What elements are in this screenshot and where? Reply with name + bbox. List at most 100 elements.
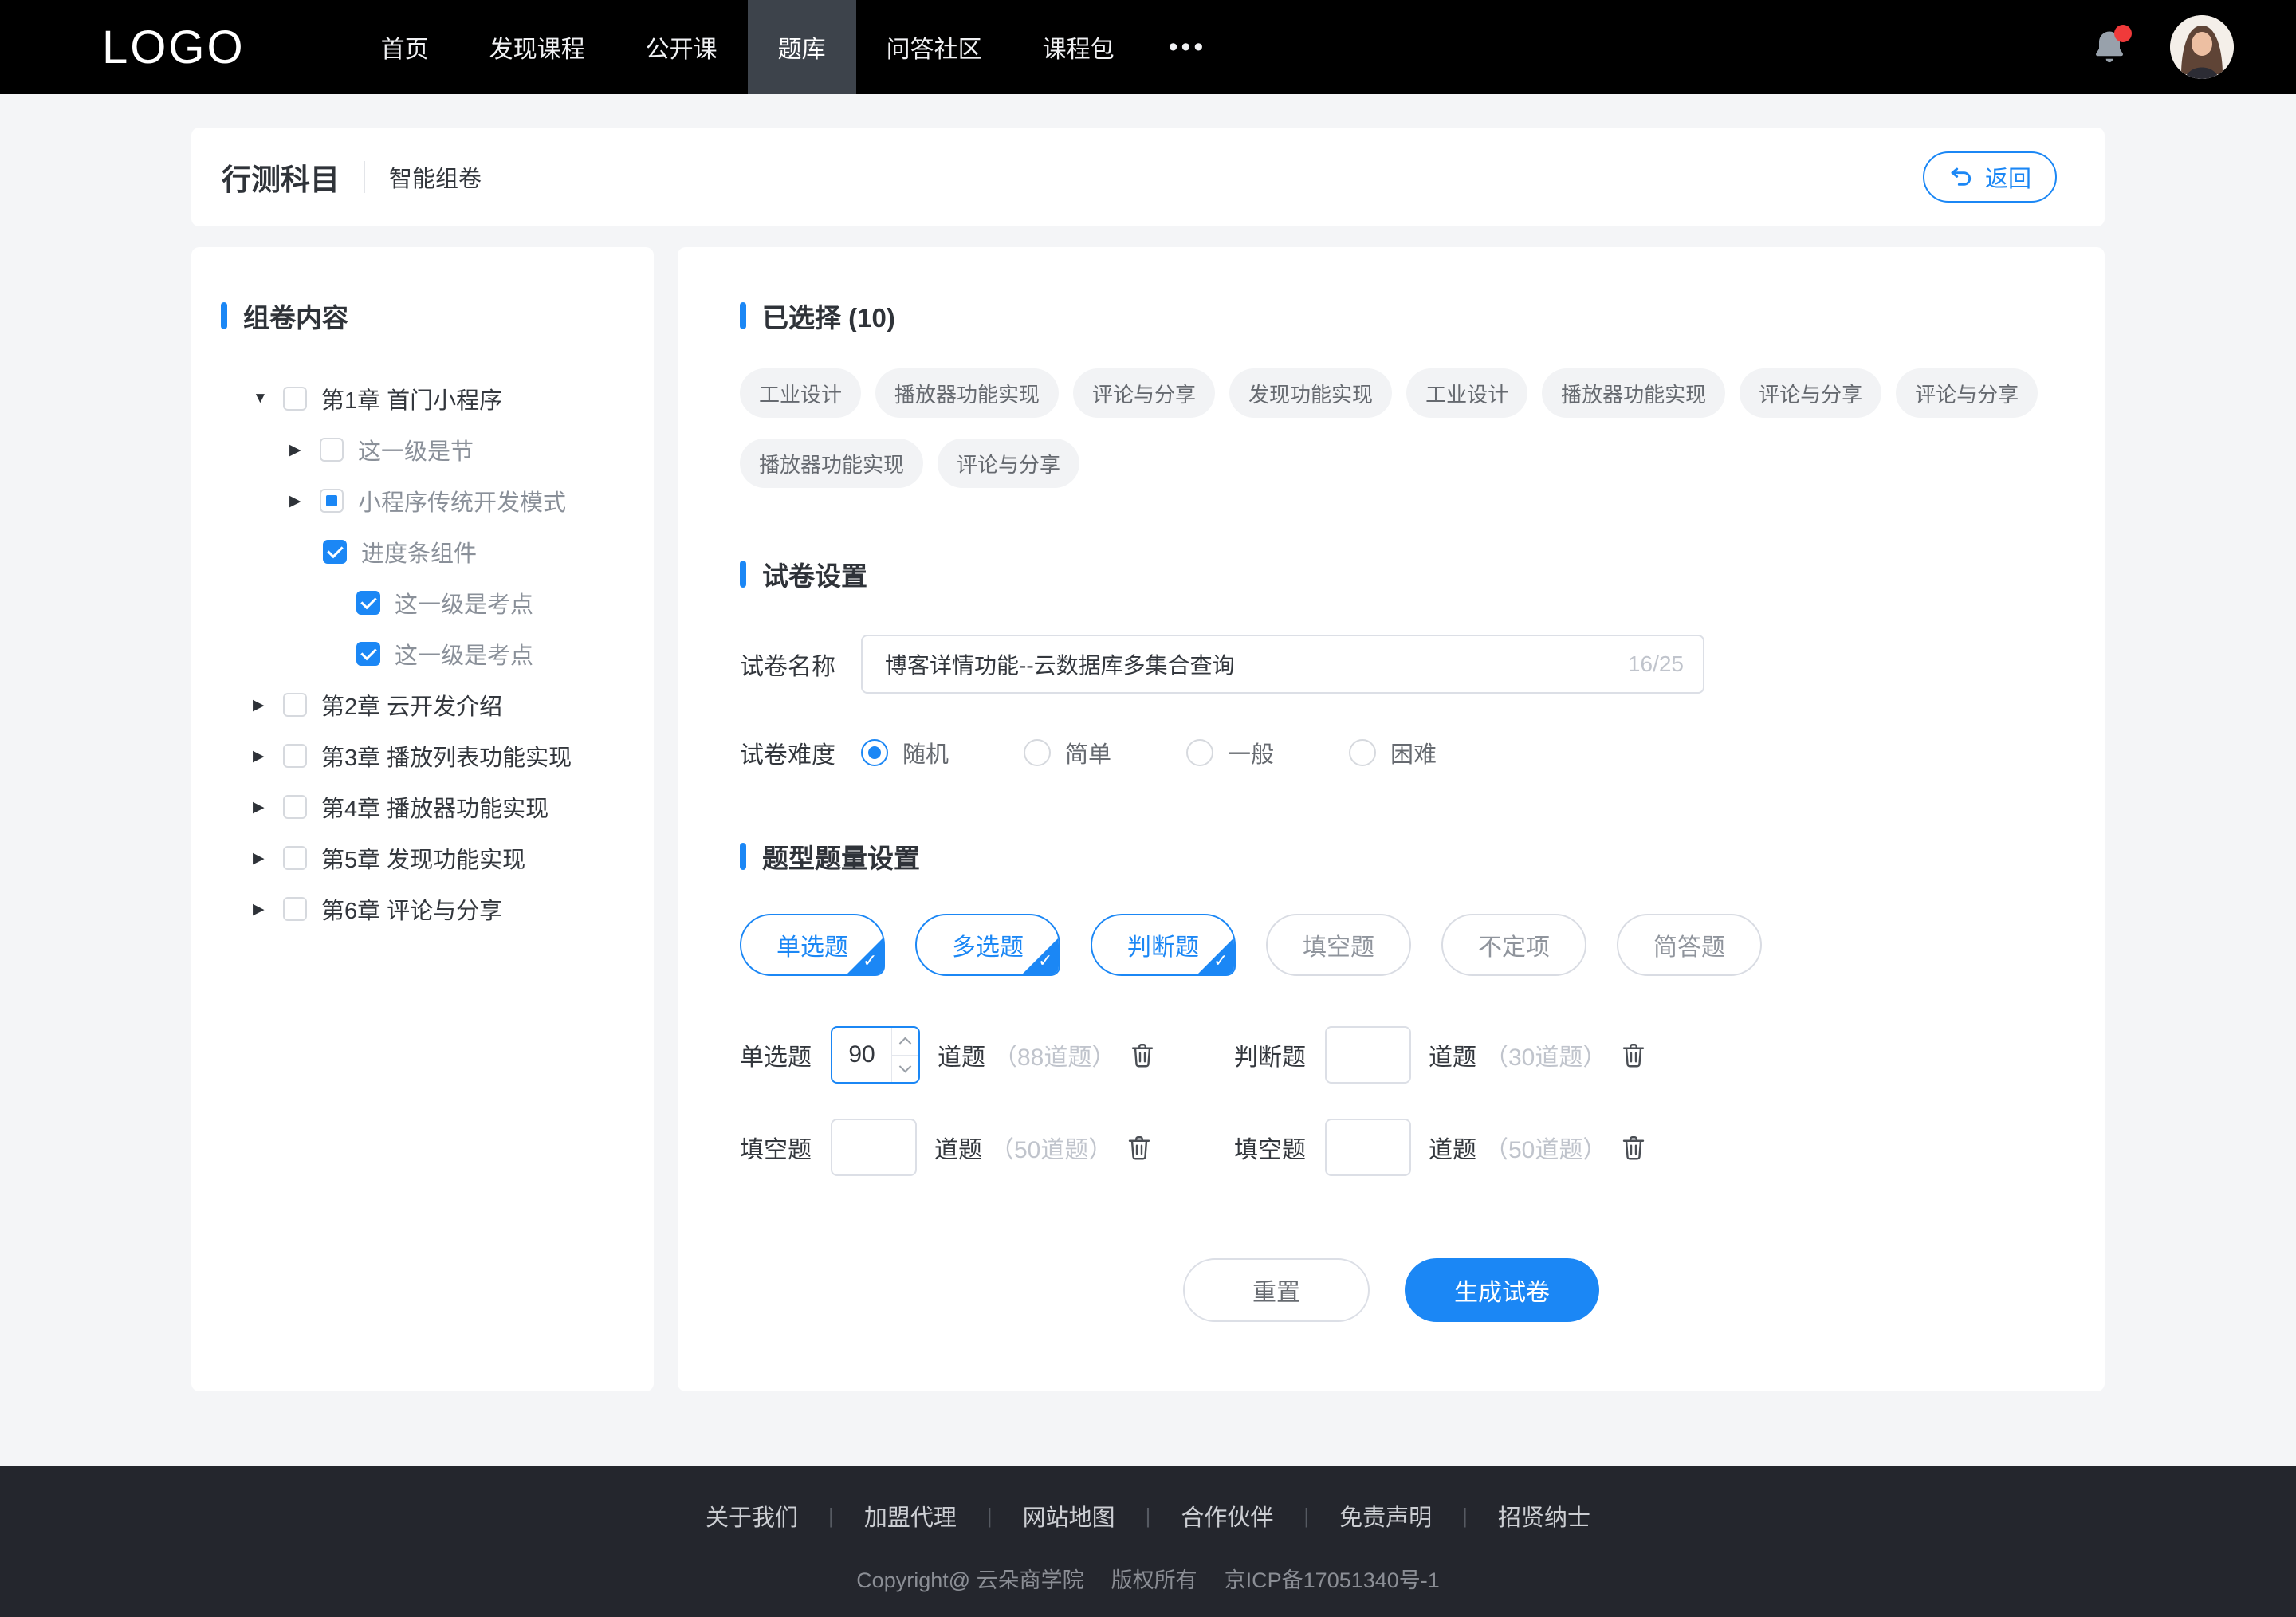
qty-input-single-choice[interactable] (832, 1028, 891, 1082)
delete-trash-icon[interactable] (1619, 1041, 1648, 1069)
radio-icon (1349, 739, 1377, 766)
chip-short-answer[interactable]: 简答题 (1617, 914, 1762, 976)
nav-more-button[interactable]: ••• (1145, 0, 1231, 94)
checkbox-unchecked[interactable] (283, 846, 307, 870)
radio-random[interactable]: 随机 (861, 736, 949, 769)
selected-tags: 工业设计 播放器功能实现 评论与分享 发现功能实现 工业设计 播放器功能实现 评… (740, 368, 2042, 488)
main-panel: 已选择 (10) 工业设计 播放器功能实现 评论与分享 发现功能实现 工业设计 … (678, 247, 2105, 1391)
expand-arrow-icon[interactable] (253, 798, 283, 816)
qty-input-fill-blank-2[interactable] (1327, 1120, 1409, 1174)
action-buttons: 重置 生成试卷 (740, 1258, 2042, 1322)
tree-item-section[interactable]: 小程序传统开发模式 (221, 475, 630, 526)
checkbox-checked[interactable] (356, 591, 380, 615)
checkbox-unchecked[interactable] (283, 897, 307, 921)
notification-bell-icon[interactable] (2089, 25, 2132, 68)
nav-item-course-package[interactable]: 课程包 (1012, 0, 1145, 94)
nav-menu: 首页 发现课程 公开课 题库 问答社区 课程包 ••• (351, 0, 1231, 94)
tree-item-component[interactable]: 进度条组件 (221, 526, 630, 577)
sidebar-title: 组卷内容 (243, 303, 348, 332)
collapse-arrow-icon[interactable] (253, 390, 283, 407)
checkbox-unchecked[interactable] (283, 387, 307, 411)
link-separator: | (828, 1503, 834, 1528)
expand-arrow-icon[interactable] (253, 900, 283, 919)
selected-tag: 评论与分享 (1073, 368, 1216, 418)
expand-arrow-icon[interactable] (253, 696, 283, 714)
page: LOGO 首页 发现课程 公开课 题库 问答社区 课程包 ••• 行测科目 智能… (0, 0, 2296, 1617)
chip-single-choice[interactable]: 单选题 (740, 914, 885, 976)
expand-arrow-icon[interactable] (253, 747, 283, 765)
tree-item-chapter2[interactable]: 第2章 云开发介绍 (221, 679, 630, 730)
user-avatar[interactable] (2170, 15, 2234, 79)
nav-item-question-bank[interactable]: 题库 (747, 0, 856, 94)
checkbox-indeterminate[interactable] (320, 489, 344, 513)
qty-input-true-false[interactable] (1327, 1028, 1409, 1082)
footer-link-disclaimer[interactable]: 免责声明 (1339, 1499, 1432, 1532)
chip-multi-choice[interactable]: 多选题 (915, 914, 1060, 976)
delete-trash-icon[interactable] (1125, 1133, 1154, 1162)
top-navbar: LOGO 首页 发现课程 公开课 题库 问答社区 课程包 ••• (0, 0, 2296, 94)
radio-easy[interactable]: 简单 (1024, 736, 1111, 769)
generate-paper-button[interactable]: 生成试卷 (1405, 1258, 1599, 1322)
qty-row-fill-blank-1: 填空题 道题 （50道题） (740, 1116, 1234, 1178)
link-separator: | (1462, 1503, 1468, 1528)
tree-item-chapter1[interactable]: 第1章 首门小程序 (221, 373, 630, 424)
copyright: Copyright@ 云朵商学院 版权所有 京ICP备17051340号-1 (856, 1568, 1440, 1592)
checkbox-unchecked[interactable] (283, 693, 307, 717)
tree-item-chapter3[interactable]: 第3章 播放列表功能实现 (221, 730, 630, 781)
chip-true-false[interactable]: 判断题 (1091, 914, 1236, 976)
expand-arrow-icon[interactable] (289, 441, 320, 459)
footer-link-careers[interactable]: 招贤纳士 (1498, 1499, 1590, 1532)
link-separator: | (1145, 1503, 1151, 1528)
tree-item-chapter6[interactable]: 第6章 评论与分享 (221, 883, 630, 934)
checkbox-unchecked[interactable] (320, 438, 344, 462)
paper-name-input[interactable] (861, 635, 1704, 694)
checkbox-unchecked[interactable] (283, 744, 307, 768)
nav-item-discover-courses[interactable]: 发现课程 (459, 0, 615, 94)
check-corner-icon (847, 938, 883, 974)
expand-arrow-icon[interactable] (289, 492, 320, 510)
section-accent-bar (221, 302, 227, 329)
stepper-down-button[interactable] (892, 1056, 918, 1083)
tree-item-chapter5[interactable]: 第5章 发现功能实现 (221, 832, 630, 883)
delete-trash-icon[interactable] (1128, 1041, 1157, 1069)
footer-link-partners[interactable]: 合作伙伴 (1181, 1499, 1273, 1532)
radio-hard[interactable]: 困难 (1349, 736, 1437, 769)
chip-indefinite[interactable]: 不定项 (1441, 914, 1586, 976)
tree-item-section[interactable]: 这一级是节 (221, 424, 630, 475)
logo[interactable]: LOGO (102, 21, 246, 74)
radio-icon (1186, 739, 1214, 766)
delete-trash-icon[interactable] (1619, 1133, 1648, 1162)
radio-medium[interactable]: 一般 (1186, 736, 1274, 769)
question-settings-section: 题型题量设置 单选题 多选题 判断题 填空题 不定项 简答题 单选题 (740, 837, 2042, 1322)
expand-arrow-icon[interactable] (253, 849, 283, 868)
footer-link-about[interactable]: 关于我们 (706, 1499, 798, 1532)
checkbox-checked[interactable] (323, 540, 347, 564)
chip-fill-blank[interactable]: 填空题 (1266, 914, 1411, 976)
selected-section: 已选择 (10) 工业设计 播放器功能实现 评论与分享 发现功能实现 工业设计 … (740, 297, 2042, 488)
selected-tag: 工业设计 (1406, 368, 1528, 418)
checkbox-checked[interactable] (356, 642, 380, 666)
footer-link-sitemap[interactable]: 网站地图 (1023, 1499, 1115, 1532)
tree-item-point[interactable]: 这一级是考点 (221, 577, 630, 628)
tree-item-point[interactable]: 这一级是考点 (221, 628, 630, 679)
footer-link-agency[interactable]: 加盟代理 (864, 1499, 957, 1532)
nav-item-home[interactable]: 首页 (351, 0, 459, 94)
page-footer: 关于我们 | 加盟代理 | 网站地图 | 合作伙伴 | 免责声明 | 招贤纳士 … (0, 1466, 2296, 1617)
back-button[interactable]: 返回 (1922, 151, 2057, 203)
link-separator: | (1303, 1503, 1310, 1528)
nav-item-qa-community[interactable]: 问答社区 (856, 0, 1012, 94)
chapter-tree: 第1章 首门小程序 这一级是节 小程序传统开发模式 进度条组件 这一级是考点 (221, 373, 630, 934)
reset-button[interactable]: 重置 (1183, 1258, 1370, 1322)
paper-settings-title: 试卷设置 (762, 561, 867, 591)
selected-tag: 播放器功能实现 (875, 368, 1060, 418)
tree-item-chapter4[interactable]: 第4章 播放器功能实现 (221, 781, 630, 832)
page-header: 行测科目 智能组卷 返回 (191, 128, 2105, 226)
qty-row-single-choice: 单选题 道题 （88道题） (740, 1024, 1234, 1086)
stepper-up-button[interactable] (892, 1028, 918, 1056)
qty-row-fill-blank-2: 填空题 道题 （50道题） (1234, 1116, 1728, 1178)
nav-item-open-courses[interactable]: 公开课 (615, 0, 748, 94)
qty-input-fill-blank-1[interactable] (832, 1120, 915, 1174)
back-icon (1951, 167, 1972, 186)
checkbox-unchecked[interactable] (283, 795, 307, 819)
char-counter: 16/25 (1627, 651, 1684, 676)
